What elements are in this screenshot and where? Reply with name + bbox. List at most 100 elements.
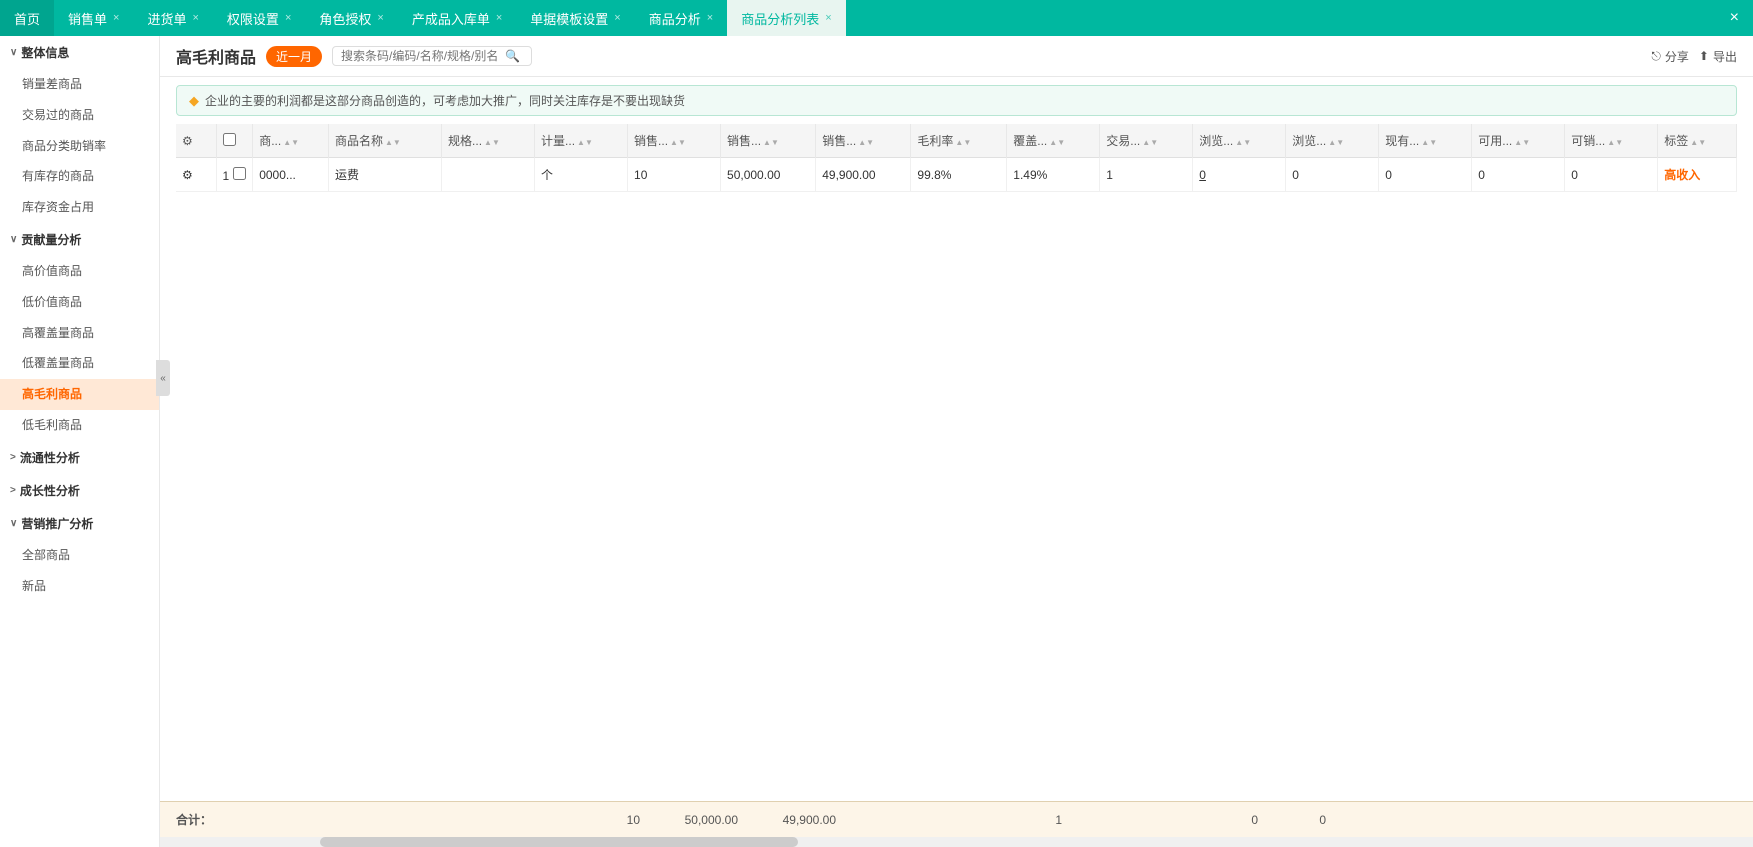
cell-grossMargin: 99.8% <box>911 158 1007 192</box>
sidebar-item-有库存的商品[interactable]: 有库存的商品 <box>0 161 159 192</box>
page-title: 高毛利商品 <box>176 44 256 68</box>
sort-icon[interactable]: ▲▼ <box>1328 138 1344 147</box>
sidebar-section-营销推广分析[interactable]: ∨营销推广分析 <box>0 507 159 540</box>
horizontal-scrollbar[interactable] <box>160 837 1753 847</box>
sidebar-item-高价值商品[interactable]: 高价值商品 <box>0 256 159 287</box>
nav-item-进货单[interactable]: 进货单× <box>133 0 212 36</box>
sidebar-section-成长性分析[interactable]: >成长性分析 <box>0 474 159 507</box>
cell-unit: 个 <box>535 158 628 192</box>
col-header-name[interactable]: 商品名称▲▼ <box>328 124 441 158</box>
nav-close-icon[interactable]: × <box>707 12 713 24</box>
col-label: 可销... <box>1571 134 1605 148</box>
sort-icon[interactable]: ▲▼ <box>385 138 401 147</box>
nav-item-商品分析[interactable]: 商品分析× <box>635 0 727 36</box>
nav-close-icon[interactable]: × <box>496 12 502 24</box>
sort-icon[interactable]: ▲▼ <box>283 138 299 147</box>
footer-available: 0 <box>1266 813 1326 827</box>
col-header-browse1[interactable]: 浏览...▲▼ <box>1193 124 1286 158</box>
col-header-unit[interactable]: 计量...▲▼ <box>535 124 628 158</box>
content-header: 高毛利商品 近一月 🔍 ⎋ 分享 ⬆ 导出 <box>160 36 1753 77</box>
col-header-sellable[interactable]: 可销...▲▼ <box>1565 124 1658 158</box>
col-label: 商品名称 <box>335 134 383 148</box>
sidebar-section-整体信息[interactable]: ∨整体信息 <box>0 36 159 69</box>
sort-icon[interactable]: ▲▼ <box>670 138 686 147</box>
nav-item-单据模板设置[interactable]: 单据模板设置× <box>516 0 634 36</box>
share-button[interactable]: ⎋ 分享 <box>1651 48 1689 65</box>
col-header-code[interactable]: 商...▲▼ <box>253 124 329 158</box>
cell-browse1[interactable]: 0 <box>1193 158 1286 192</box>
sidebar-item-低覆盖量商品[interactable]: 低覆盖量商品 <box>0 348 159 379</box>
col-header-transaction[interactable]: 交易...▲▼ <box>1100 124 1193 158</box>
col-header-spec[interactable]: 规格...▲▼ <box>442 124 535 158</box>
scrollbar-thumb[interactable] <box>320 837 798 847</box>
sidebar-item-商品分类助销率[interactable]: 商品分类助销率 <box>0 131 159 162</box>
sort-icon[interactable]: ▲▼ <box>1421 138 1437 147</box>
sort-icon[interactable]: ▲▼ <box>1514 138 1530 147</box>
sidebar-item-高毛利商品[interactable]: 高毛利商品 <box>0 379 159 410</box>
nav-close-icon[interactable]: × <box>113 12 119 24</box>
footer-sales-qty: 10 <box>580 813 640 827</box>
browse-link[interactable]: 0 <box>1199 168 1206 182</box>
nav-close-icon[interactable]: × <box>192 12 198 24</box>
nav-item-首页[interactable]: 首页 <box>0 0 54 36</box>
sort-icon[interactable]: ▲▼ <box>1690 138 1706 147</box>
col-header-salesAmt[interactable]: 销售...▲▼ <box>721 124 816 158</box>
col-header-salesQty[interactable]: 销售...▲▼ <box>628 124 721 158</box>
sort-icon[interactable]: ▲▼ <box>858 138 874 147</box>
sidebar-item-高覆盖量商品[interactable]: 高覆盖量商品 <box>0 318 159 349</box>
export-icon: ⬆ <box>1699 49 1709 63</box>
filter-button[interactable]: 近一月 <box>266 46 322 67</box>
sidebar-item-库存资金占用[interactable]: 库存资金占用 <box>0 192 159 223</box>
sidebar-collapse-button[interactable]: « <box>156 360 170 396</box>
col-header-salesCost[interactable]: 销售...▲▼ <box>816 124 911 158</box>
settings-icon[interactable]: ⚙ <box>182 134 193 148</box>
export-button[interactable]: ⬆ 导出 <box>1699 48 1737 65</box>
sidebar-item-交易过的商品[interactable]: 交易过的商品 <box>0 100 159 131</box>
col-header-checkbox[interactable] <box>216 124 253 158</box>
sidebar-section-流通性分析[interactable]: >流通性分析 <box>0 441 159 474</box>
sort-icon[interactable]: ▲▼ <box>955 138 971 147</box>
sort-icon[interactable]: ▲▼ <box>1142 138 1158 147</box>
nav-close-icon[interactable]: × <box>614 12 620 24</box>
sort-icon[interactable]: ▲▼ <box>1049 138 1065 147</box>
col-header-coverage[interactable]: 覆盖...▲▼ <box>1007 124 1100 158</box>
content-area: 高毛利商品 近一月 🔍 ⎋ 分享 ⬆ 导出 <box>160 36 1753 847</box>
col-header-browse2[interactable]: 浏览...▲▼ <box>1286 124 1379 158</box>
sidebar-item-销量差商品[interactable]: 销量差商品 <box>0 69 159 100</box>
share-icon: ⎋ <box>1651 49 1661 64</box>
nav-item-角色授权[interactable]: 角色授权× <box>305 0 397 36</box>
search-icon[interactable]: 🔍 <box>505 49 520 63</box>
info-text: 企业的主要的利润都是这部分商品创造的，可考虑加大推广，同时关注库存是不要出现缺货 <box>205 92 685 109</box>
col-header-available[interactable]: 可用...▲▼ <box>1472 124 1565 158</box>
col-header-tag[interactable]: 标签▲▼ <box>1658 124 1737 158</box>
nav-close-icon[interactable]: × <box>825 12 831 24</box>
sidebar-section-贡献量分析[interactable]: ∨贡献量分析 <box>0 223 159 256</box>
sort-icon[interactable]: ▲▼ <box>1235 138 1251 147</box>
nav-close-icon[interactable]: × <box>377 12 383 24</box>
nav-item-权限设置[interactable]: 权限设置× <box>213 0 305 36</box>
select-all-checkbox[interactable] <box>223 133 236 146</box>
col-header-current[interactable]: 现有...▲▼ <box>1379 124 1472 158</box>
sidebar-item-全部商品[interactable]: 全部商品 <box>0 540 159 571</box>
sidebar-item-低价值商品[interactable]: 低价值商品 <box>0 287 159 318</box>
search-input[interactable] <box>341 49 501 63</box>
col-header-grossMargin[interactable]: 毛利率▲▼ <box>911 124 1007 158</box>
sort-icon[interactable]: ▲▼ <box>577 138 593 147</box>
sidebar-item-新品[interactable]: 新品 <box>0 571 159 602</box>
nav-item-商品分析列表[interactable]: 商品分析列表× <box>727 0 845 36</box>
nav-close-icon[interactable]: × <box>285 12 291 24</box>
cell-sellable: 0 <box>1565 158 1658 192</box>
sort-icon[interactable]: ▲▼ <box>763 138 779 147</box>
sort-icon[interactable]: ▲▼ <box>484 138 500 147</box>
row-settings-icon[interactable]: ⚙ <box>182 168 193 182</box>
cell-salesQty: 10 <box>628 158 721 192</box>
sort-icon[interactable]: ▲▼ <box>1607 138 1623 147</box>
search-box: 🔍 <box>332 46 532 66</box>
col-header-settings[interactable]: ⚙ <box>176 124 216 158</box>
cell-coverage: 1.49% <box>1007 158 1100 192</box>
row-checkbox[interactable] <box>233 167 246 180</box>
nav-item-销售单[interactable]: 销售单× <box>54 0 133 36</box>
close-all-button[interactable]: × <box>1716 9 1753 27</box>
sidebar-item-低毛利商品[interactable]: 低毛利商品 <box>0 410 159 441</box>
nav-item-产成品入库单[interactable]: 产成品入库单× <box>398 0 516 36</box>
